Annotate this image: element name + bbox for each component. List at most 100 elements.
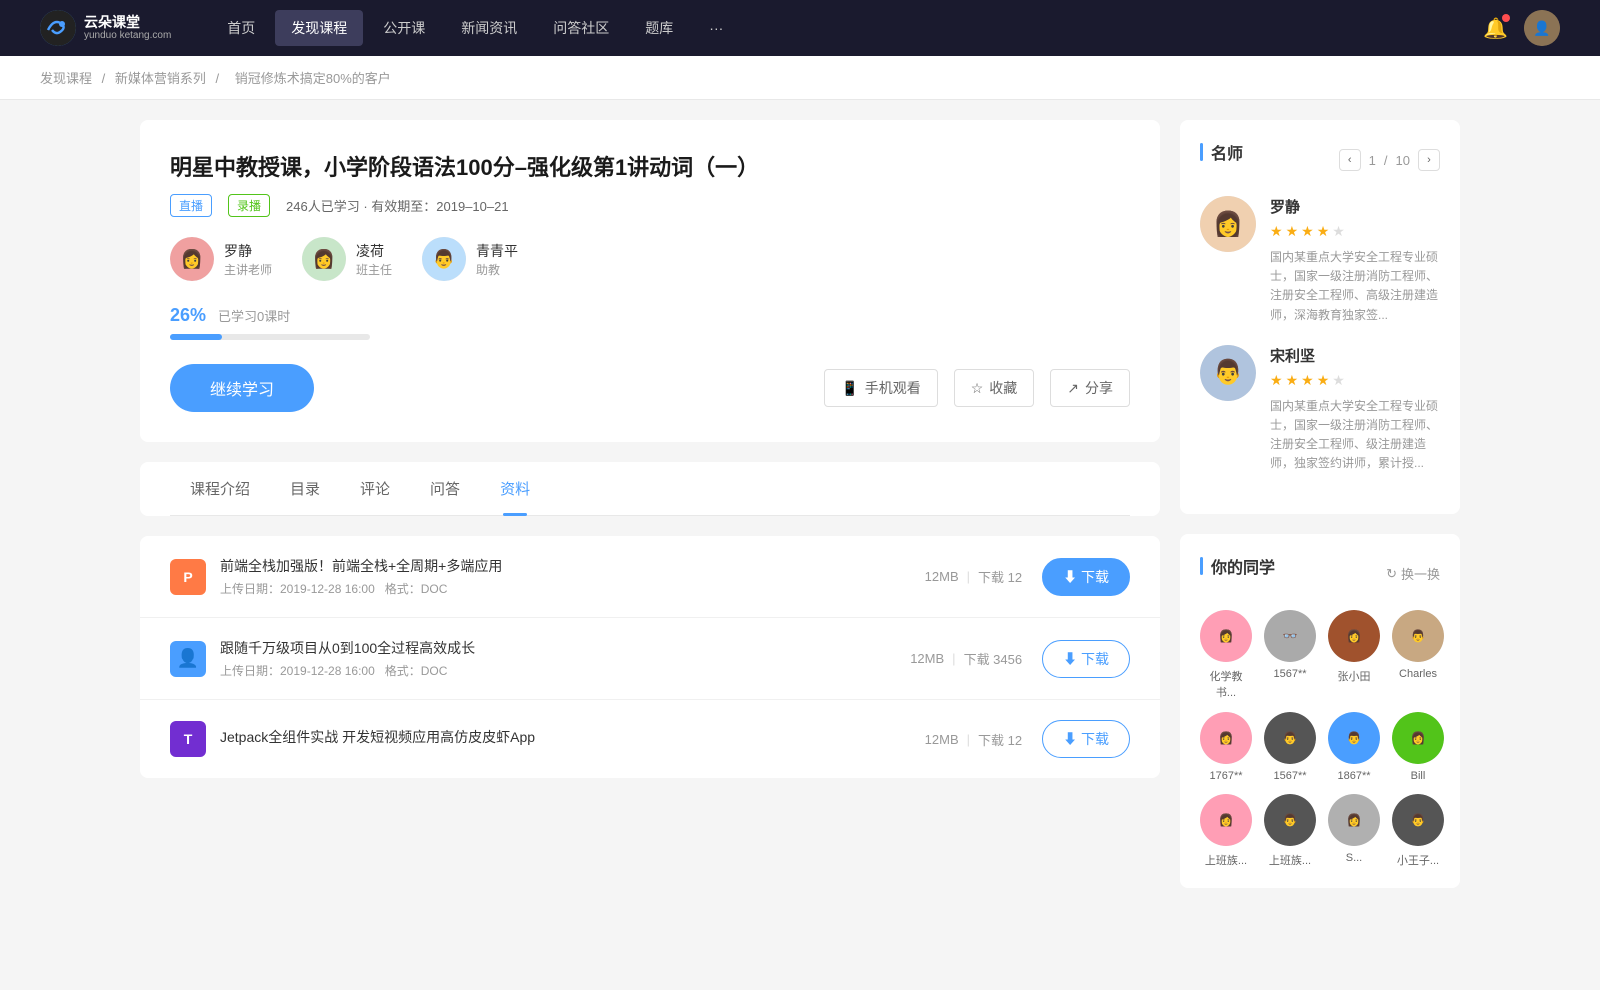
logo-icon [40, 10, 76, 46]
teacher-role-0: 主讲老师 [224, 261, 272, 278]
classmate-5: 👨 1567** [1264, 712, 1316, 782]
download-button-1[interactable]: ⬇ 下载 [1042, 640, 1130, 678]
nav-quiz[interactable]: 题库 [629, 10, 689, 46]
nav-news[interactable]: 新闻资讯 [445, 10, 533, 46]
classmate-name-0: 化学教书... [1200, 668, 1252, 700]
course-meta: 直播 录播 246人已学习 · 有效期至：2019–10–21 [170, 194, 1130, 217]
tab-intro[interactable]: 课程介绍 [170, 462, 270, 515]
course-title: 明星中教授课，小学阶段语法100分–强化级第1讲动词（一） [170, 150, 1130, 182]
resource-icon-1: 👤 [170, 641, 206, 677]
classmate-name-5: 1567** [1273, 770, 1306, 782]
classmate-name-1: 1567** [1273, 668, 1306, 680]
famous-teacher-name-0: 罗静 [1270, 196, 1440, 217]
famous-teacher-1: 👨 宋利坚 ★ ★ ★ ★ ★ 国内某重点大学安全工程专业硕士，国家一级注册消防… [1200, 345, 1440, 474]
classmate-name-2: 张小田 [1338, 668, 1371, 684]
notification-dot [1502, 14, 1510, 22]
prev-page-button[interactable]: ‹ [1339, 149, 1361, 171]
logo[interactable]: 云朵课堂 yunduo ketang.com [40, 10, 171, 46]
page-total: 10 [1396, 153, 1410, 168]
resource-item-0: P 前端全栈加强版！前端全栈+全周期+多端应用 上传日期：2019-12-28 … [140, 536, 1160, 618]
left-content: 明星中教授课，小学阶段语法100分–强化级第1讲动词（一） 直播 录播 246人… [140, 120, 1160, 908]
classmate-7: 👩 Bill [1392, 712, 1444, 782]
classmates-card: 你的同学 ↻ 换一换 👩 化学教书... 👓 1567** [1180, 534, 1460, 888]
famous-teachers-card: 名师 ‹ 1 / 10 › 👩 罗静 ★ ★ [1180, 120, 1460, 514]
classmate-11: 👨 小王子... [1392, 794, 1444, 868]
refresh-label: 换一换 [1401, 564, 1440, 583]
badge-record: 录播 [228, 194, 270, 217]
share-button[interactable]: ↗ 分享 [1050, 369, 1130, 407]
nav-discover[interactable]: 发现课程 [275, 10, 363, 46]
classmate-name-8: 上班族... [1205, 852, 1247, 868]
mobile-watch-label: 手机观看 [865, 378, 921, 398]
resource-stats-2: 12MB | 下载 12 [925, 730, 1022, 749]
classmate-6: 👨 1867** [1328, 712, 1380, 782]
tabs-card: 课程介绍 目录 评论 问答 资料 [140, 462, 1160, 516]
user-avatar[interactable]: 👤 [1524, 10, 1560, 46]
famous-teacher-avatar-0: 👩 [1200, 196, 1256, 252]
nav-right: 🔔 👤 [1483, 10, 1560, 46]
mobile-watch-button[interactable]: 📱 手机观看 [824, 369, 937, 407]
refresh-classmates-button[interactable]: ↻ 换一换 [1386, 564, 1440, 583]
classmate-name-11: 小王子... [1397, 852, 1439, 868]
mobile-icon: 📱 [841, 380, 858, 397]
famous-teacher-desc-1: 国内某重点大学安全工程专业硕士，国家一级注册消防工程师、注册安全工程师、级注册建… [1270, 397, 1440, 474]
resource-list: P 前端全栈加强版！前端全栈+全周期+多端应用 上传日期：2019-12-28 … [140, 536, 1160, 778]
next-page-button[interactable]: › [1418, 149, 1440, 171]
breadcrumb: 发现课程 / 新媒体营销系列 / 销冠修炼术搞定80%的客户 [0, 56, 1600, 100]
tab-catalog[interactable]: 目录 [270, 462, 340, 515]
teacher-0: 👩 罗静 主讲老师 [170, 237, 272, 281]
famous-teacher-desc-0: 国内某重点大学安全工程专业硕士，国家一级注册消防工程师、注册安全工程师、高级注册… [1270, 248, 1440, 325]
famous-teacher-0: 👩 罗静 ★ ★ ★ ★ ★ 国内某重点大学安全工程专业硕士，国家一级注册消防工… [1200, 196, 1440, 325]
classmates-title: 你的同学 [1200, 554, 1275, 578]
progress-bar-fill [170, 334, 222, 340]
course-actions: 继续学习 📱 手机观看 ☆ 收藏 ↗ 分享 [170, 364, 1130, 412]
page-nav: ‹ 1 / 10 › [1339, 149, 1440, 171]
classmate-name-9: 上班族... [1269, 852, 1311, 868]
classmate-2: 👩 张小田 [1328, 610, 1380, 700]
breadcrumb-series[interactable]: 新媒体营销系列 [115, 71, 206, 86]
classmate-1: 👓 1567** [1264, 610, 1316, 700]
tabs: 课程介绍 目录 评论 问答 资料 [170, 462, 1130, 516]
resource-name-0: 前端全栈加强版！前端全栈+全周期+多端应用 [220, 556, 925, 576]
famous-teacher-stars-0: ★ ★ ★ ★ ★ [1270, 223, 1440, 240]
classmate-8: 👩 上班族... [1200, 794, 1252, 868]
nav-qa[interactable]: 问答社区 [537, 10, 625, 46]
page-current: 1 [1369, 153, 1376, 168]
classmate-4: 👩 1767** [1200, 712, 1252, 782]
star-icon: ☆ [971, 380, 984, 397]
course-header-card: 明星中教授课，小学阶段语法100分–强化级第1讲动词（一） 直播 录播 246人… [140, 120, 1160, 442]
famous-teachers-title: 名师 [1200, 140, 1243, 164]
nav-home[interactable]: 首页 [211, 10, 271, 46]
notification-bell[interactable]: 🔔 [1483, 16, 1508, 41]
resource-icon-2: T [170, 721, 206, 757]
collect-label: 收藏 [989, 378, 1017, 398]
navigation: 云朵课堂 yunduo ketang.com 首页 发现课程 公开课 新闻资讯 … [0, 0, 1600, 56]
teacher-2: 👨 青青平 助教 [422, 237, 518, 281]
resource-name-2: Jetpack全组件实战 开发短视频应用高仿皮皮虾App [220, 727, 925, 747]
download-button-2[interactable]: ⬇ 下载 [1042, 720, 1130, 758]
nav-more[interactable]: ··· [693, 12, 739, 44]
nav-open[interactable]: 公开课 [367, 10, 441, 46]
teacher-avatar-0: 👩 [170, 237, 214, 281]
download-button-0[interactable]: ⬇ 下载 [1042, 558, 1130, 596]
resource-icon-0: P [170, 559, 206, 595]
breadcrumb-current: 销冠修炼术搞定80%的客户 [235, 71, 391, 86]
teacher-role-1: 班主任 [356, 261, 392, 278]
continue-learning-button[interactable]: 继续学习 [170, 364, 314, 412]
action-buttons: 📱 手机观看 ☆ 收藏 ↗ 分享 [824, 369, 1130, 407]
resource-name-1: 跟随千万级项目从0到100全过程高效成长 [220, 638, 910, 658]
teacher-name-2: 青青平 [476, 241, 518, 261]
resource-stats-1: 12MB | 下载 3456 [910, 649, 1022, 668]
classmate-name-4: 1767** [1209, 770, 1242, 782]
collect-button[interactable]: ☆ 收藏 [954, 369, 1035, 407]
classmate-10: 👩 S... [1328, 794, 1380, 868]
progress-section: 26% 已学习0课时 [170, 305, 1130, 340]
resource-meta-0: 上传日期：2019-12-28 16:00 格式：DOC [220, 580, 925, 597]
tab-resource[interactable]: 资料 [480, 462, 550, 515]
logo-text: 云朵课堂 yunduo ketang.com [84, 14, 171, 43]
famous-teacher-name-1: 宋利坚 [1270, 345, 1440, 366]
breadcrumb-discover[interactable]: 发现课程 [40, 71, 92, 86]
tab-qa[interactable]: 问答 [410, 462, 480, 515]
tab-review[interactable]: 评论 [340, 462, 410, 515]
teacher-avatar-2: 👨 [422, 237, 466, 281]
